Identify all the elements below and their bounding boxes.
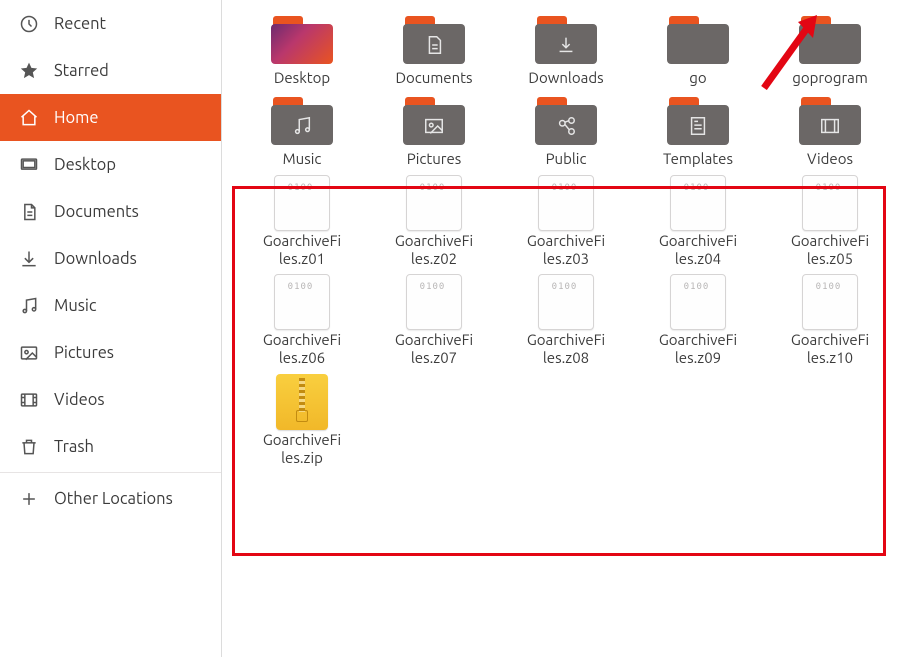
- folder-icon: [531, 12, 601, 68]
- item-label: goprogram: [792, 69, 868, 87]
- folder-item[interactable]: Music: [236, 93, 368, 168]
- folder-icon: [399, 12, 469, 68]
- music-icon: [18, 295, 40, 317]
- sidebar-item-home[interactable]: Home: [0, 94, 221, 141]
- binary-file-icon: [274, 274, 330, 330]
- item-label: GoarchiveFiles.z09: [659, 331, 737, 368]
- sidebar-item-pictures[interactable]: Pictures: [0, 329, 221, 376]
- file-item[interactable]: GoarchiveFiles.z01: [236, 175, 368, 269]
- binary-file-icon: [538, 274, 594, 330]
- clock-icon: [18, 13, 40, 35]
- zip-file-icon: [276, 374, 328, 430]
- file-item[interactable]: GoarchiveFiles.z07: [368, 274, 500, 368]
- sidebar-item-label: Other Locations: [54, 490, 173, 508]
- sidebar-item-documents[interactable]: Documents: [0, 188, 221, 235]
- binary-file-icon: [274, 175, 330, 231]
- documents-icon: [18, 201, 40, 223]
- item-label: GoarchiveFiles.z10: [791, 331, 869, 368]
- binary-file-icon: [670, 274, 726, 330]
- file-grid-pane: Desktop Documents Downloads go goprogram Musi…: [222, 0, 900, 657]
- pictures-icon: [18, 342, 40, 364]
- item-label: Templates: [663, 150, 733, 168]
- folder-item[interactable]: Desktop: [236, 12, 368, 87]
- item-label: Pictures: [407, 150, 462, 168]
- file-item[interactable]: GoarchiveFiles.z02: [368, 175, 500, 269]
- sidebar-item-label: Home: [54, 109, 99, 127]
- item-label: GoarchiveFiles.z07: [395, 331, 473, 368]
- folder-icon: [663, 93, 733, 149]
- folder-icon: [663, 12, 733, 68]
- trash-icon: [18, 436, 40, 458]
- folder-item[interactable]: go: [632, 12, 764, 87]
- sidebar: Recent Starred Home Desktop Documents: [0, 0, 222, 657]
- item-label: Public: [546, 150, 587, 168]
- file-item[interactable]: GoarchiveFiles.z09: [632, 274, 764, 368]
- sidebar-item-label: Downloads: [54, 250, 137, 268]
- item-label: Music: [283, 150, 322, 168]
- file-item[interactable]: GoarchiveFiles.z03: [500, 175, 632, 269]
- binary-file-icon: [670, 175, 726, 231]
- item-label: Desktop: [274, 69, 330, 87]
- item-label: GoarchiveFiles.z06: [263, 331, 341, 368]
- sidebar-item-label: Pictures: [54, 344, 114, 362]
- sidebar-separator: [0, 472, 221, 473]
- sidebar-item-label: Starred: [54, 62, 109, 80]
- folder-item[interactable]: Templates: [632, 93, 764, 168]
- sidebar-item-label: Music: [54, 297, 97, 315]
- folder-item[interactable]: goprogram: [764, 12, 896, 87]
- folder-icon: [531, 93, 601, 149]
- folder-item[interactable]: Documents: [368, 12, 500, 87]
- videos-icon: [18, 389, 40, 411]
- folder-icon: [399, 93, 469, 149]
- folder-icon: [267, 12, 337, 68]
- sidebar-item-starred[interactable]: Starred: [0, 47, 221, 94]
- sidebar-item-other-locations[interactable]: Other Locations: [0, 475, 221, 522]
- star-icon: [18, 60, 40, 82]
- sidebar-item-label: Documents: [54, 203, 139, 221]
- item-label: GoarchiveFiles.z05: [791, 232, 869, 269]
- file-item[interactable]: GoarchiveFiles.z08: [500, 274, 632, 368]
- folder-item[interactable]: Public: [500, 93, 632, 168]
- item-label: GoarchiveFiles.z01: [263, 232, 341, 269]
- downloads-icon: [18, 248, 40, 270]
- sidebar-item-label: Recent: [54, 15, 106, 33]
- binary-file-icon: [802, 274, 858, 330]
- folder-item[interactable]: Pictures: [368, 93, 500, 168]
- item-label: Videos: [807, 150, 853, 168]
- binary-file-icon: [406, 175, 462, 231]
- item-label: GoarchiveFiles.z04: [659, 232, 737, 269]
- folder-icon: [795, 12, 865, 68]
- sidebar-item-desktop[interactable]: Desktop: [0, 141, 221, 188]
- item-label: Downloads: [528, 69, 603, 87]
- desktop-icon: [18, 154, 40, 176]
- sidebar-item-label: Trash: [54, 438, 94, 456]
- file-item[interactable]: GoarchiveFiles.z05: [764, 175, 896, 269]
- file-item[interactable]: GoarchiveFiles.z04: [632, 175, 764, 269]
- item-label: GoarchiveFiles.zip: [263, 431, 341, 468]
- folder-item[interactable]: Videos: [764, 93, 896, 168]
- item-label: GoarchiveFiles.z02: [395, 232, 473, 269]
- sidebar-item-trash[interactable]: Trash: [0, 423, 221, 470]
- sidebar-item-recent[interactable]: Recent: [0, 0, 221, 47]
- folder-item[interactable]: Downloads: [500, 12, 632, 87]
- plus-icon: [18, 488, 40, 510]
- folder-icon: [267, 93, 337, 149]
- file-item[interactable]: GoarchiveFiles.z06: [236, 274, 368, 368]
- item-label: Documents: [395, 69, 472, 87]
- binary-file-icon: [538, 175, 594, 231]
- item-label: go: [689, 69, 706, 87]
- binary-file-icon: [406, 274, 462, 330]
- item-label: GoarchiveFiles.z08: [527, 331, 605, 368]
- home-icon: [18, 107, 40, 129]
- sidebar-item-label: Videos: [54, 391, 105, 409]
- item-label: GoarchiveFiles.z03: [527, 232, 605, 269]
- binary-file-icon: [802, 175, 858, 231]
- sidebar-item-downloads[interactable]: Downloads: [0, 235, 221, 282]
- folder-icon: [795, 93, 865, 149]
- sidebar-item-music[interactable]: Music: [0, 282, 221, 329]
- file-item[interactable]: GoarchiveFiles.z10: [764, 274, 896, 368]
- sidebar-item-label: Desktop: [54, 156, 116, 174]
- file-item[interactable]: GoarchiveFiles.zip: [236, 374, 368, 468]
- sidebar-item-videos[interactable]: Videos: [0, 376, 221, 423]
